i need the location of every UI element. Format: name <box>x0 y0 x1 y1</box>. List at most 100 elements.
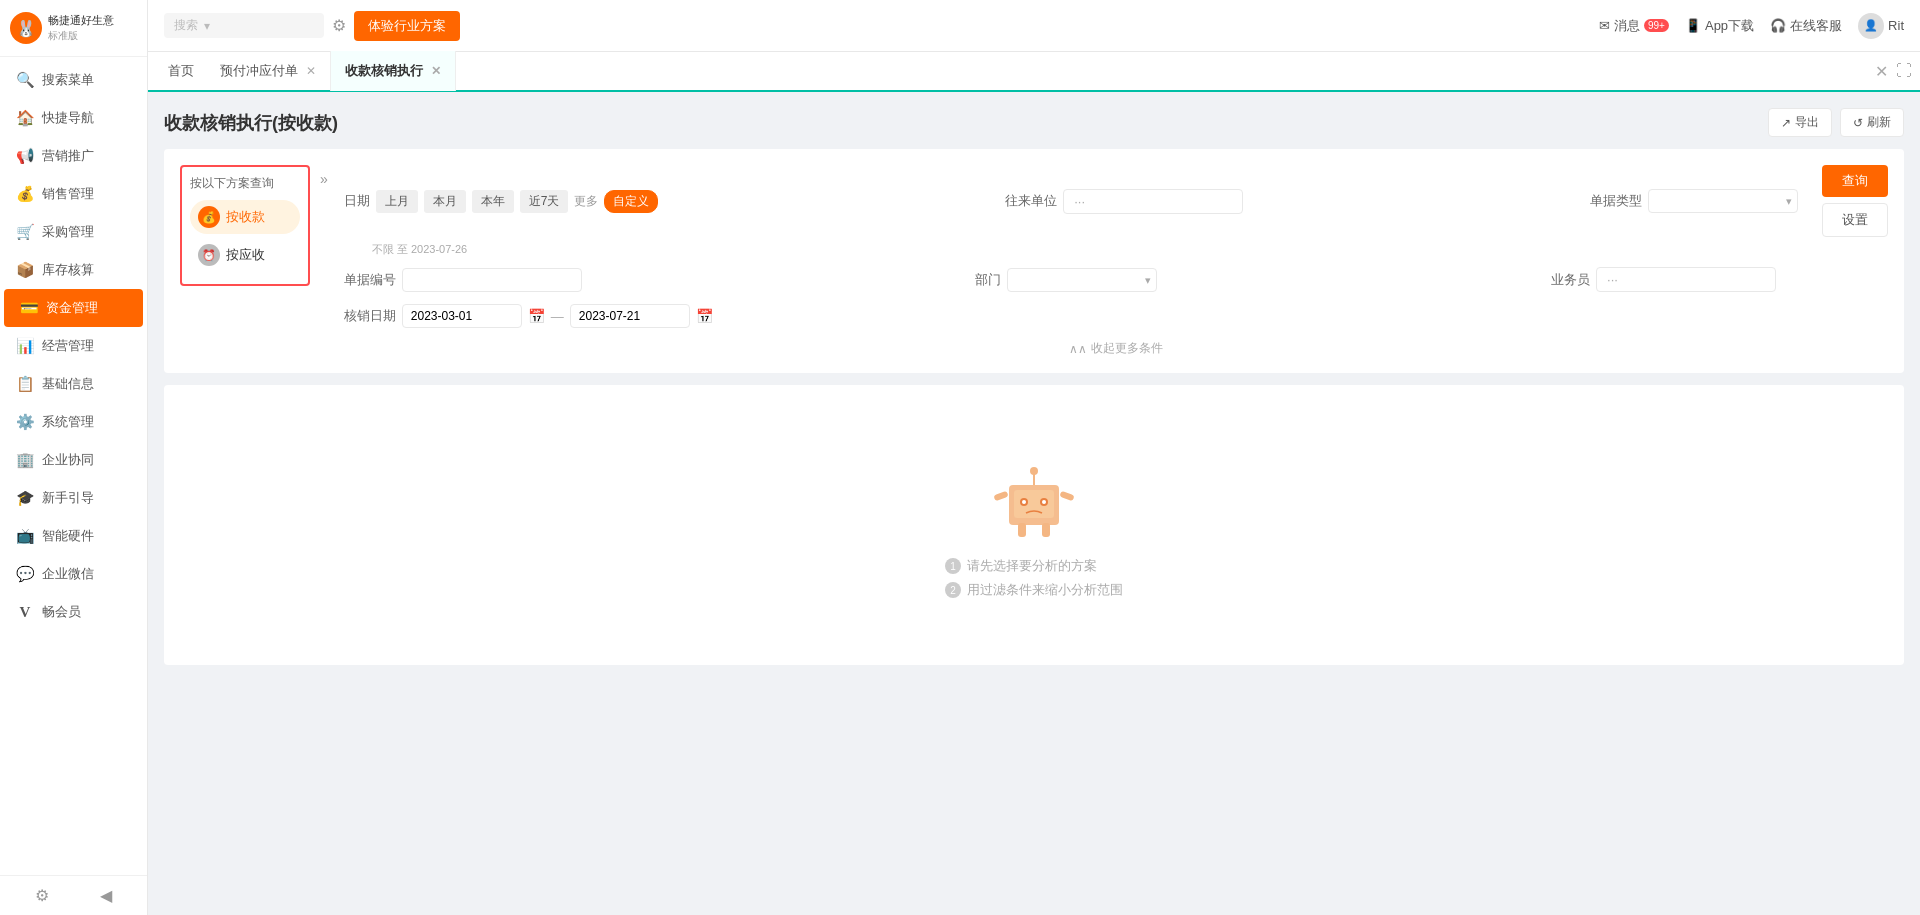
svg-point-4 <box>1022 500 1026 504</box>
filter-form: 日期 上月 本月 本年 近7天 更多 自定义 往来单位 ··· <box>344 165 1888 357</box>
date-custom[interactable]: 自定义 <box>604 190 658 213</box>
sidebar-collapse-button[interactable]: ◀ <box>100 886 112 905</box>
empty-hint-2: 2 用过滤条件来缩小分析范围 <box>945 581 1123 599</box>
collapse-more-btn[interactable]: ∧∧ 收起更多条件 <box>344 340 1888 357</box>
logo-name: 畅捷通好生意 <box>48 13 114 28</box>
export-label: 导出 <box>1795 114 1819 131</box>
message-badge: 99+ <box>1644 19 1669 32</box>
writeoff-start-cal-icon[interactable]: 📅 <box>528 308 545 324</box>
marketing-icon: 📢 <box>16 147 34 165</box>
sidebar-settings-button[interactable]: ⚙ <box>35 886 49 905</box>
message-label: 消息 <box>1614 17 1640 35</box>
by-receivable-label: 按应收 <box>226 246 265 264</box>
bill-type-label: 单据类型 <box>1590 192 1642 210</box>
topbar-chevron-icon: ▾ <box>204 19 210 33</box>
user-avatar-text: 👤 <box>1864 19 1878 32</box>
scheme-panel-collapse[interactable]: » <box>316 167 332 191</box>
department-field: 部门 <box>975 268 1157 292</box>
service-label: 在线客服 <box>1790 17 1842 35</box>
home-tab-label: 首页 <box>168 62 194 80</box>
inventory-icon: 📦 <box>16 261 34 279</box>
sidebar-item-sales[interactable]: 💰 销售管理 <box>0 175 147 213</box>
hint-num-2: 2 <box>945 582 961 598</box>
bill-type-select-wrap[interactable] <box>1648 189 1798 213</box>
sidebar-label: 企业协同 <box>42 451 94 469</box>
bill-type-select[interactable] <box>1648 189 1798 213</box>
sidebar-label: 销售管理 <box>42 185 94 203</box>
setting-button[interactable]: 设置 <box>1822 203 1888 237</box>
page-title: 收款核销执行(按收款) <box>164 111 338 135</box>
writeoff-date-end[interactable] <box>570 304 690 328</box>
topbar: 搜索 ▾ ⚙ 体验行业方案 ✉ 消息 99+ 📱 App下载 🎧 在线客服 <box>148 0 1920 52</box>
department-label: 部门 <box>975 271 1001 289</box>
sidebar-item-marketing[interactable]: 📢 营销推广 <box>0 137 147 175</box>
sidebar-item-purchase[interactable]: 🛒 采购管理 <box>0 213 147 251</box>
sidebar-item-enterprise[interactable]: 🏢 企业协同 <box>0 441 147 479</box>
query-scheme-title: 按以下方案查询 <box>190 175 300 192</box>
sidebar-item-quick-nav[interactable]: 🏠 快捷导航 <box>0 99 147 137</box>
bill-no-input[interactable] <box>402 268 582 292</box>
writeoff-end-cal-icon[interactable]: 📅 <box>696 308 713 324</box>
topbar-gear-icon[interactable]: ⚙ <box>332 16 346 35</box>
staff-label: 业务员 <box>1551 271 1590 289</box>
tab-label: 收款核销执行 <box>345 62 423 80</box>
staff-input[interactable]: ··· <box>1596 267 1776 292</box>
dept-select-wrap[interactable] <box>1007 268 1157 292</box>
bill-no-field: 单据编号 <box>344 268 582 292</box>
user-area[interactable]: 👤 Rit <box>1858 13 1904 39</box>
counterparty-input[interactable]: ··· <box>1063 189 1243 214</box>
sidebar-label: 资金管理 <box>46 299 98 317</box>
date-this-month[interactable]: 本月 <box>424 190 466 213</box>
sidebar-item-basic-info[interactable]: 📋 基础信息 <box>0 365 147 403</box>
topbar-search-area[interactable]: 搜索 ▾ <box>164 13 324 38</box>
collapse-label: 收起更多条件 <box>1091 340 1163 357</box>
tab-receipt-writeoff[interactable]: 收款核销执行 ✕ <box>331 51 456 91</box>
filter-panel: 按以下方案查询 💰 按收款 ⏰ 按应收 » 日期 <box>164 149 1904 373</box>
sidebar-bottom: ⚙ ◀ <box>0 875 147 915</box>
refresh-button[interactable]: ↺ 刷新 <box>1840 108 1904 137</box>
tab-home[interactable]: 首页 <box>156 51 206 91</box>
logo-icon: 🐰 <box>10 12 42 44</box>
sidebar: 🐰 畅捷通好生意 标准版 🔍 搜索菜单 🏠 快捷导航 📢 营销推广 💰 销售管理… <box>0 0 148 915</box>
sidebar-item-newbie[interactable]: 🎓 新手引导 <box>0 479 147 517</box>
date-last-month[interactable]: 上月 <box>376 190 418 213</box>
export-button[interactable]: ↗ 导出 <box>1768 108 1832 137</box>
page-actions: ↗ 导出 ↺ 刷新 <box>1768 108 1904 137</box>
sidebar-label: 系统管理 <box>42 413 94 431</box>
tab-close-all-icon[interactable]: ✕ <box>1875 62 1888 81</box>
date-7days[interactable]: 近7天 <box>520 190 569 213</box>
solution-button[interactable]: 体验行业方案 <box>354 11 460 41</box>
sidebar-item-inventory[interactable]: 📦 库存核算 <box>0 251 147 289</box>
writeoff-date-start[interactable] <box>402 304 522 328</box>
staff-field: 业务员 ··· <box>1551 267 1776 292</box>
tab-expand-icon[interactable]: ⛶ <box>1896 62 1912 80</box>
app-download-button[interactable]: 📱 App下载 <box>1685 17 1754 35</box>
sidebar-item-search-menu[interactable]: 🔍 搜索菜单 <box>0 61 147 99</box>
sidebar-item-finance[interactable]: 💳 资金管理 <box>4 289 143 327</box>
date-field: 日期 上月 本月 本年 近7天 更多 自定义 <box>344 190 659 213</box>
writeoff-date-range: 📅 — 📅 <box>402 304 713 328</box>
app-icon: 📱 <box>1685 18 1701 33</box>
tab-close-advance[interactable]: ✕ <box>306 64 316 78</box>
date-this-year[interactable]: 本年 <box>472 190 514 213</box>
sidebar-item-wechat[interactable]: 💬 企业微信 <box>0 555 147 593</box>
tab-advance-payment[interactable]: 预付冲应付单 ✕ <box>206 51 331 91</box>
sidebar-item-vip[interactable]: V 畅会员 <box>0 593 147 631</box>
filter-by-receivable[interactable]: ⏰ 按应收 <box>190 238 300 272</box>
service-icon: 🎧 <box>1770 18 1786 33</box>
sidebar-item-smart-hw[interactable]: 📺 智能硬件 <box>0 517 147 555</box>
smart-hw-icon: 📺 <box>16 527 34 545</box>
sidebar-item-system[interactable]: ⚙️ 系统管理 <box>0 403 147 441</box>
dept-select[interactable] <box>1007 268 1157 292</box>
sidebar-item-operations[interactable]: 📊 经营管理 <box>0 327 147 365</box>
filter-by-receipt[interactable]: 💰 按收款 <box>190 200 300 234</box>
service-button[interactable]: 🎧 在线客服 <box>1770 17 1842 35</box>
tab-close-writeoff[interactable]: ✕ <box>431 64 441 78</box>
message-button[interactable]: ✉ 消息 99+ <box>1599 17 1669 35</box>
enterprise-icon: 🏢 <box>16 451 34 469</box>
empty-hint-1: 1 请先选择要分析的方案 <box>945 557 1123 575</box>
refresh-icon: ↺ <box>1853 116 1863 130</box>
sidebar-label: 采购管理 <box>42 223 94 241</box>
sidebar-label: 库存核算 <box>42 261 94 279</box>
query-button[interactable]: 查询 <box>1822 165 1888 197</box>
